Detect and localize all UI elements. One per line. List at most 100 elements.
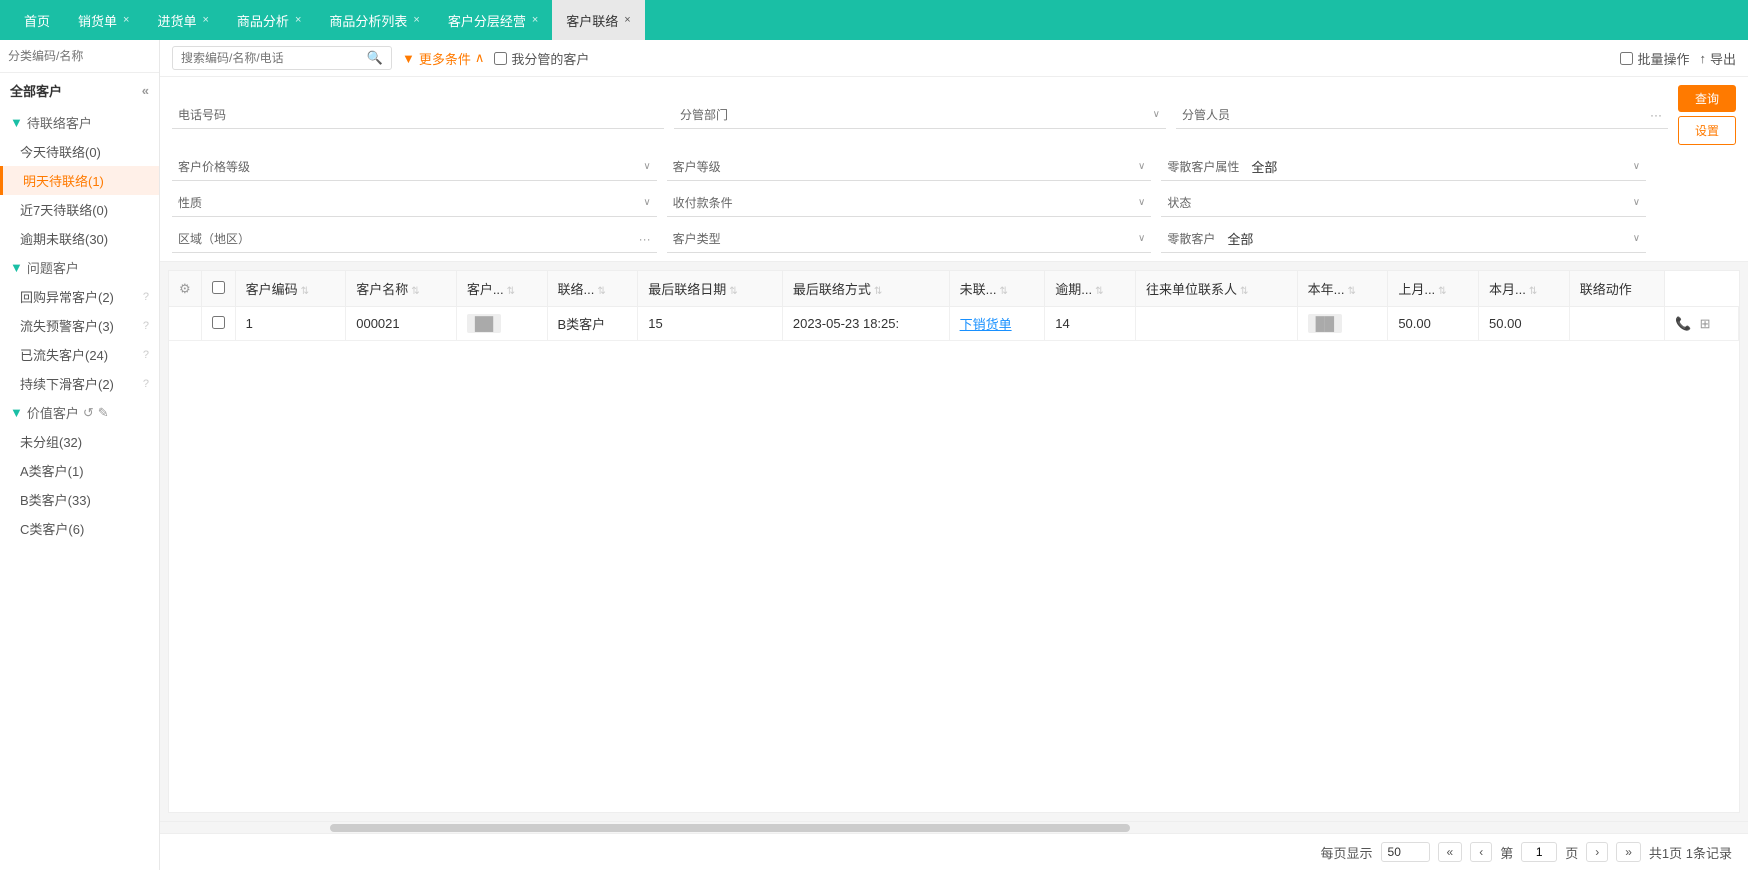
per-page-select[interactable]: 50 100 200 [1381, 842, 1430, 862]
close-customer-segmentation-icon[interactable]: × [532, 14, 538, 26]
first-page-btn[interactable]: « [1438, 842, 1463, 862]
nav-purchase-order[interactable]: 进货单 × [143, 0, 222, 40]
group-problem-customers[interactable]: ▼ 问题客户 [0, 253, 159, 282]
help-icon[interactable]: ? [143, 291, 149, 303]
filter-price-level[interactable]: 客户价格等级 ∨ [172, 153, 657, 181]
sort-icon-3[interactable]: ⇅ [507, 286, 515, 297]
nav-sales-order[interactable]: 销货单 × [64, 0, 143, 40]
close-product-analysis-list-icon[interactable]: × [413, 14, 419, 26]
close-purchase-order-icon[interactable]: × [202, 14, 208, 26]
collapse-icon[interactable]: « [142, 83, 149, 98]
sort-icon-8[interactable]: ⇅ [1095, 286, 1103, 297]
sort-icon-5[interactable]: ⇅ [729, 286, 737, 297]
last-contact-link[interactable]: 下销货单 [960, 317, 1012, 332]
row-last-contact-method[interactable]: 下销货单 [949, 307, 1045, 341]
group-pending-contact[interactable]: ▼ 待联络客户 [0, 108, 159, 137]
sidebar-item-churn-warning[interactable]: 流失预警客户(3) ? [0, 311, 159, 340]
row-code: 000021 [346, 307, 457, 341]
filter-retail-attr[interactable]: 零散客户属性 全部 ∨ [1161, 153, 1646, 181]
filter-status[interactable]: 状态 ∨ [1161, 189, 1646, 217]
sidebar-item-ungrouped[interactable]: 未分组(32) [0, 427, 159, 456]
filter-customer-type[interactable]: 客户类型 ∨ [667, 225, 1152, 253]
row-contact-count: 15 [638, 307, 783, 341]
page-number-input[interactable] [1521, 842, 1557, 862]
sidebar-item-declining[interactable]: 持续下滑客户(2) ? [0, 369, 159, 398]
search-icon[interactable]: 🔍 [367, 50, 383, 66]
sort-icon[interactable]: ⇅ [301, 286, 309, 297]
batch-op-check[interactable] [1620, 52, 1633, 65]
grid-icon[interactable]: ⊞ [1700, 316, 1711, 332]
close-sales-order-icon[interactable]: × [123, 14, 129, 26]
more-conditions-btn[interactable]: ▼ 更多条件 ∧ [402, 49, 484, 68]
help-icon-2[interactable]: ? [143, 320, 149, 332]
sort-icon-6[interactable]: ⇅ [874, 286, 882, 297]
my-customers-checkbox[interactable]: 我分管的客户 [494, 49, 589, 68]
sidebar-item-overdue-contact[interactable]: 逾期未联络(30) [0, 224, 159, 253]
row-checkbox[interactable] [212, 316, 225, 329]
all-customers-title[interactable]: 全部客户 « [0, 73, 159, 108]
filter-customer-level[interactable]: 客户等级 ∨ [667, 153, 1152, 181]
filter-nature[interactable]: 性质 ∨ [172, 189, 657, 217]
sidebar-item-repurchase-anomaly[interactable]: 回购异常客户(2) ? [0, 282, 159, 311]
checkbox-column-header[interactable] [201, 271, 235, 307]
row-contact-person: ██ [1297, 307, 1388, 341]
my-customers-check[interactable] [494, 52, 507, 65]
nav-customer-contact[interactable]: 客户联络 × [552, 0, 644, 40]
close-product-analysis-icon[interactable]: × [295, 14, 301, 26]
total-records: 共1页 1条记录 [1649, 843, 1732, 862]
th-uncontacted: 未联...⇅ [949, 271, 1045, 307]
row-actions[interactable]: 📞 ⊞ [1665, 307, 1739, 341]
nav-home[interactable]: 首页 [10, 0, 64, 40]
sidebar-item-class-c[interactable]: C类客户(6) [0, 514, 159, 543]
sidebar-item-churned[interactable]: 已流失客户(24) ? [0, 340, 159, 369]
help-icon-3[interactable]: ? [143, 349, 149, 361]
row-checkbox-cell[interactable] [201, 307, 235, 341]
arrow-icon: ▼ [10, 115, 23, 130]
sort-icon-9[interactable]: ⇅ [1240, 286, 1248, 297]
row-last-month: 50.00 [1479, 307, 1570, 341]
close-customer-contact-icon[interactable]: × [624, 14, 630, 26]
refresh-icon[interactable]: ↺ [83, 405, 94, 421]
group-value-customers[interactable]: ▼ 价值客户 ↺ ✎ [0, 398, 159, 427]
sidebar-search-input[interactable] [8, 49, 160, 63]
th-customer-type: 客户...⇅ [456, 271, 547, 307]
prev-page-btn[interactable]: ‹ [1470, 842, 1492, 862]
filter-person[interactable]: 分管人员 ··· [1176, 101, 1668, 129]
sort-icon-2[interactable]: ⇅ [411, 286, 419, 297]
sidebar-item-week-contact[interactable]: 近7天待联络(0) [0, 195, 159, 224]
filter-phone[interactable]: 电话号码 [172, 101, 664, 129]
nav-product-analysis[interactable]: 商品分析 × [223, 0, 315, 40]
select-all-checkbox[interactable] [212, 281, 225, 294]
sidebar-item-class-b[interactable]: B类客户(33) [0, 485, 159, 514]
search-input[interactable] [181, 51, 361, 65]
filter-region[interactable]: 区域（地区） ··· [172, 225, 657, 253]
phone-icon[interactable]: 📞 [1675, 316, 1691, 332]
export-btn[interactable]: ↑ 导出 [1699, 49, 1736, 68]
row-settings [169, 307, 201, 341]
scroll-thumb[interactable] [330, 824, 1130, 832]
query-button[interactable]: 查询 [1678, 85, 1736, 112]
nav-product-analysis-list[interactable]: 商品分析列表 × [315, 0, 433, 40]
horizontal-scrollbar[interactable] [160, 821, 1748, 833]
sort-icon-7[interactable]: ⇅ [999, 286, 1007, 297]
batch-op-btn[interactable]: 批量操作 [1620, 49, 1689, 68]
table-header-row: ⚙ 客户编码⇅ 客户名称⇅ 客户...⇅ 联络...⇅ 最后联络日期⇅ 最后联络… [169, 271, 1739, 307]
th-overdue: 逾期...⇅ [1045, 271, 1136, 307]
sort-icon-10[interactable]: ⇅ [1347, 286, 1355, 297]
sort-icon-4[interactable]: ⇅ [597, 286, 605, 297]
sidebar-item-class-a[interactable]: A类客户(1) [0, 456, 159, 485]
last-page-btn[interactable]: » [1616, 842, 1641, 862]
nav-customer-segmentation[interactable]: 客户分层经营 × [434, 0, 552, 40]
sidebar-item-tomorrow-contact[interactable]: 明天待联络(1) [0, 166, 159, 195]
filter-payment[interactable]: 收付款条件 ∨ [667, 189, 1152, 217]
reset-button[interactable]: 设置 [1678, 116, 1736, 145]
settings-column-header[interactable]: ⚙ [169, 271, 201, 307]
sidebar-item-today-contact[interactable]: 今天待联络(0) [0, 137, 159, 166]
filter-dept[interactable]: 分管部门 ∨ [674, 101, 1166, 129]
edit-icon[interactable]: ✎ [98, 405, 109, 421]
sort-icon-12[interactable]: ⇅ [1529, 286, 1537, 297]
sort-icon-11[interactable]: ⇅ [1438, 286, 1446, 297]
help-icon-4[interactable]: ? [143, 378, 149, 390]
next-page-btn[interactable]: › [1586, 842, 1608, 862]
filter-retail-customer[interactable]: 零散客户 全部 ∨ [1161, 225, 1646, 253]
